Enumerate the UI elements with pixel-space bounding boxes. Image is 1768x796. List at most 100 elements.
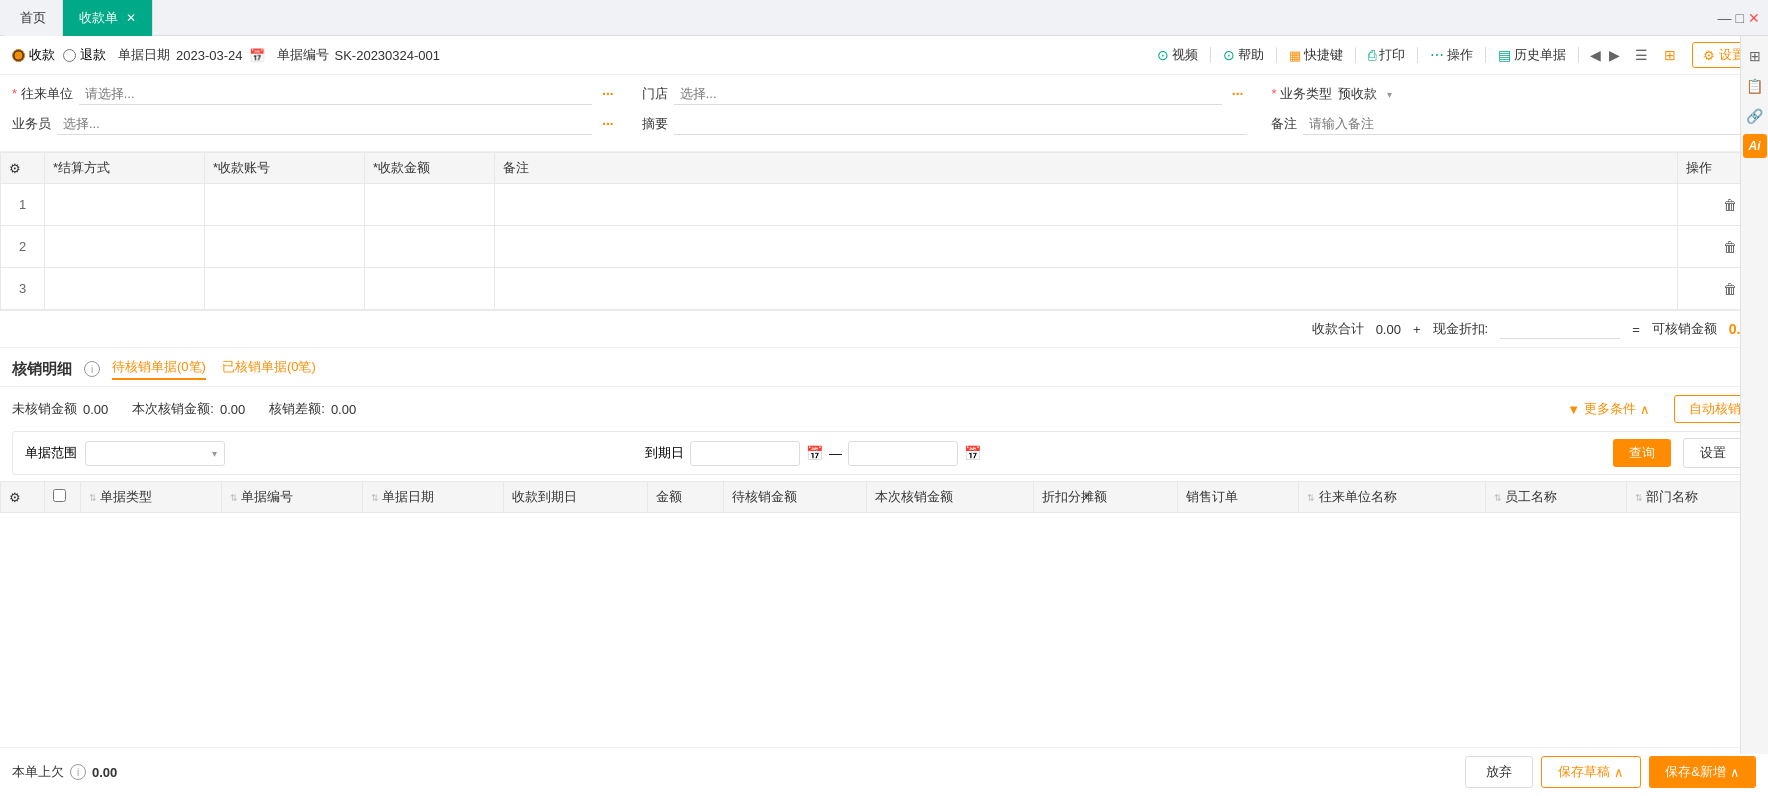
main-table: ⚙ *结算方式 *收款账号 *收款金额 备注	[0, 152, 1768, 310]
row-2-note[interactable]	[495, 226, 1678, 268]
range-select-wrap	[85, 441, 225, 466]
select-all-checkbox[interactable]	[53, 489, 66, 502]
tab-receipt-close[interactable]: ✕	[126, 11, 136, 25]
maximize-btn[interactable]: □	[1736, 10, 1744, 26]
table-settings-th[interactable]: ⚙	[1, 153, 45, 184]
video-icon: ⊙	[1157, 47, 1169, 63]
number-field: 单据编号 SK-20230324-001	[277, 46, 441, 64]
tab-receipt-label: 收款单	[79, 9, 118, 27]
divider3	[1355, 47, 1356, 63]
save-new-chevron-icon: ∧	[1730, 765, 1740, 780]
footer-info-icon[interactable]: i	[70, 764, 86, 780]
due-date-field: 到期日 2022-04-01 📅 — 2022-04-12 📅	[645, 441, 981, 466]
operate-btn[interactable]: ⋯ 操作	[1426, 44, 1477, 66]
verify-info-icon[interactable]: i	[84, 361, 100, 377]
help-btn[interactable]: ⊙ 帮助	[1219, 44, 1268, 66]
prev-btn[interactable]: ◀	[1587, 45, 1604, 65]
store-input[interactable]	[674, 83, 1222, 105]
draft-chevron-icon: ∧	[1614, 765, 1624, 780]
row-3-jiesuan[interactable]	[45, 268, 205, 310]
discount-input[interactable]	[1500, 319, 1620, 339]
col-amount-th: *收款金额	[365, 153, 495, 184]
available-label: 可核销金额	[1652, 320, 1717, 338]
sidebar-table-icon[interactable]: ⊞	[1743, 44, 1767, 68]
save-draft-btn[interactable]: 保存草稿 ∧	[1541, 756, 1641, 788]
business-type-chevron[interactable]: ▾	[1387, 89, 1392, 100]
more-filter-btn[interactable]: ▼ 更多条件 ∧	[1567, 400, 1650, 418]
save-new-btn[interactable]: 保存&新增 ∧	[1649, 756, 1756, 788]
row-2-account[interactable]	[205, 226, 365, 268]
row-2-delete-btn[interactable]: 🗑	[1721, 236, 1739, 257]
unchecked-label: 未核销金额	[12, 400, 77, 418]
row-3-amount[interactable]	[365, 268, 495, 310]
staff-input[interactable]	[57, 113, 592, 135]
note-input[interactable]	[1303, 113, 1756, 135]
col-due-th: 收款到期日	[504, 482, 648, 513]
video-btn[interactable]: ⊙ 视频	[1153, 44, 1202, 66]
due-date-label: 到期日	[645, 444, 684, 462]
col-account-th: *收款账号	[205, 153, 365, 184]
bottom-table-area: ⚙ ⇅ 单据类型 ⇅ 单据编号 ⇅ 单据日期 收款到期日 金额 待核销金额 本次…	[0, 481, 1768, 747]
date-from-input[interactable]: 2022-04-01	[690, 441, 800, 466]
history-btn[interactable]: ▤ 历史单据	[1494, 44, 1570, 66]
print-icon: ⎙	[1368, 47, 1376, 63]
sidebar-doc-icon[interactable]: 📋	[1743, 74, 1767, 98]
shortcut-btn[interactable]: ▦ 快捷键	[1285, 44, 1347, 66]
staff-more-btn[interactable]: ···	[598, 116, 618, 132]
counterparty-more-btn[interactable]: ···	[598, 86, 618, 102]
print-btn[interactable]: ⎙ 打印	[1364, 44, 1409, 66]
summary-input[interactable]	[674, 113, 1248, 135]
grid-view-btn[interactable]: ⊞	[1660, 45, 1680, 65]
verify-settings-btn[interactable]: 设置	[1683, 438, 1743, 468]
sidebar-link-icon[interactable]: 🔗	[1743, 104, 1767, 128]
range-label: 单据范围	[25, 444, 77, 462]
close-btn[interactable]: ✕	[1748, 10, 1760, 26]
verify-section: 核销明细 i 待核销单据(0笔) 已核销单据(0笔) 未核销金额 0.00 本次…	[0, 348, 1768, 747]
verify-tabs: 待核销单据(0笔) 已核销单据(0笔)	[112, 358, 316, 380]
date-from-calendar-icon[interactable]: 📅	[806, 445, 823, 461]
counterparty-input[interactable]	[79, 83, 592, 105]
sidebar-ai-icon[interactable]: Ai	[1743, 134, 1767, 158]
row-3-delete-btn[interactable]: 🗑	[1721, 278, 1739, 299]
table-config-icon[interactable]: ⚙	[9, 161, 21, 176]
bottom-check-th[interactable]	[45, 482, 81, 513]
date-to-calendar-icon[interactable]: 📅	[964, 445, 981, 461]
row-2-amount[interactable]	[365, 226, 495, 268]
window-controls: — □ ✕	[1718, 10, 1768, 26]
note-label: 备注	[1271, 115, 1297, 133]
row-1-amount[interactable]	[365, 184, 495, 226]
discard-btn[interactable]: 放弃	[1465, 756, 1533, 788]
counterparty-label: * 往来单位	[12, 85, 73, 103]
verify-query-row: 单据范围 到期日 2022-04-01 📅 — 2022-04-12 📅 查询 …	[12, 431, 1756, 475]
tab-pending[interactable]: 待核销单据(0笔)	[112, 358, 206, 380]
query-btn[interactable]: 查询	[1613, 439, 1671, 467]
col-sales-order-th: 销售订单	[1178, 482, 1299, 513]
range-select[interactable]	[85, 441, 225, 466]
calendar-icon[interactable]: 📅	[249, 48, 265, 63]
row-2-jiesuan[interactable]	[45, 226, 205, 268]
next-btn[interactable]: ▶	[1606, 45, 1623, 65]
tab-receipt[interactable]: 收款单 ✕	[63, 0, 153, 36]
chevron-up-icon: ∧	[1640, 402, 1650, 417]
date-to-input[interactable]: 2022-04-12	[848, 441, 958, 466]
refund-radio[interactable]: 退款	[63, 46, 106, 64]
bottom-config-icon[interactable]: ⚙	[9, 490, 21, 505]
total-value: 0.00	[1376, 322, 1401, 337]
row-1-jiesuan[interactable]	[45, 184, 205, 226]
tab-home[interactable]: 首页	[4, 0, 63, 36]
business-type-label: * 业务类型	[1271, 85, 1332, 103]
row-2-num: 2	[1, 226, 45, 268]
minimize-btn[interactable]: —	[1718, 10, 1732, 26]
list-view-btn[interactable]: ☰	[1631, 45, 1652, 65]
row-3-account[interactable]	[205, 268, 365, 310]
bottom-settings-th[interactable]: ⚙	[1, 482, 45, 513]
row-1-delete-btn[interactable]: 🗑	[1721, 194, 1739, 215]
receipt-radio[interactable]: 收款	[12, 46, 55, 64]
row-1-account[interactable]	[205, 184, 365, 226]
row-3-note[interactable]	[495, 268, 1678, 310]
tab-done[interactable]: 已核销单据(0笔)	[222, 358, 316, 380]
number-label: 单据编号	[277, 46, 329, 64]
row-1-note[interactable]	[495, 184, 1678, 226]
store-more-btn[interactable]: ···	[1228, 86, 1248, 102]
form-area: * 往来单位 ··· 门店 ··· * 业务类型 预收款	[0, 75, 1768, 152]
